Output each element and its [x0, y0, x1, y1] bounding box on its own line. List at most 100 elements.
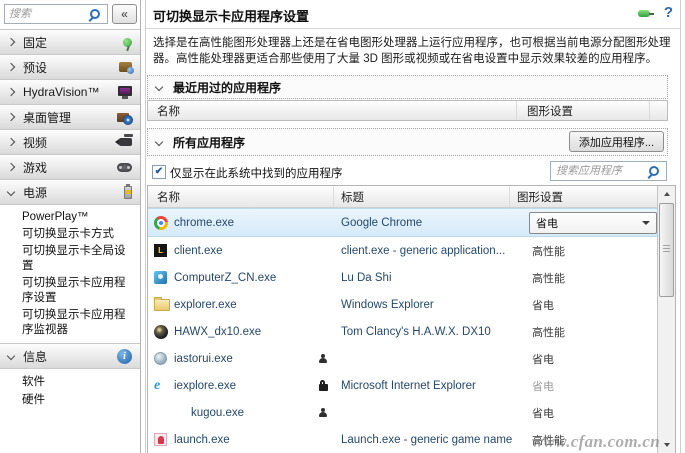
sidebar-item-switchable-global[interactable]: 可切换显示卡全局设置 — [22, 243, 134, 275]
table-row-client[interactable]: L client.exe client.exe - generic applic… — [148, 237, 658, 264]
graphics-setting-dropdown[interactable]: 省电 — [529, 212, 657, 234]
sidebar-item-label: HydraVision™ — [23, 85, 118, 99]
sidebar-item-desktop-management[interactable]: 桌面管理 — [0, 104, 140, 129]
sidebar-item-switchable-app-settings[interactable]: 可切换显示卡应用程序设置 — [22, 275, 134, 307]
app-title: client.exe - generic application... — [341, 245, 532, 257]
sidebar-item-label: 电源 — [23, 184, 124, 201]
chevron-right-icon — [7, 38, 15, 46]
graphics-setting-value: 省电 — [532, 351, 658, 367]
app-name: iastorui.exe — [174, 353, 319, 365]
column-header-graphics-setting[interactable]: 图形设置 — [516, 101, 649, 120]
filter-checkbox[interactable] — [152, 165, 166, 179]
sidebar-item-video[interactable]: 视频 — [0, 129, 140, 154]
scroll-up-button[interactable] — [659, 187, 674, 201]
table-scrollbar[interactable] — [657, 186, 675, 453]
column-header-blank — [649, 101, 667, 120]
sidebar-item-powerplay[interactable]: PowerPlay™ — [22, 209, 134, 226]
graphics-setting-value: 省电 — [532, 297, 658, 313]
sidebar-item-label: 固定 — [23, 34, 123, 51]
add-application-button[interactable]: 添加应用程序... — [569, 131, 664, 152]
recent-apps-section-header[interactable]: 最近用过的应用程序 — [147, 75, 668, 99]
sidebar-search-field[interactable] — [4, 4, 108, 24]
search-icon — [649, 166, 659, 176]
globe-icon — [154, 352, 167, 365]
column-header-title[interactable]: 标题 — [334, 186, 510, 207]
app-name: chrome.exe — [174, 217, 319, 229]
section-title: 所有应用程序 — [173, 134, 245, 151]
main-panel: 可切换显示卡应用程序设置 ? 选择是在高性能图形处理器上还是在省电图形处理器上运… — [145, 0, 681, 453]
all-apps-section-header[interactable]: 所有应用程序 添加应用程序... — [147, 128, 668, 156]
app-name: ComputerZ_CN.exe — [174, 272, 319, 284]
sidebar-item-gaming[interactable]: 游戏 — [0, 154, 140, 179]
sidebar-item-label: 信息 — [23, 348, 117, 365]
column-header-name[interactable]: 名称 — [148, 101, 516, 120]
lock-icon — [319, 384, 328, 391]
sidebar-item-hardware[interactable]: 硬件 — [22, 391, 134, 409]
graphics-setting-value: 高性能 — [532, 270, 658, 286]
all-apps-table: 名称 标题 图形设置 chrome.exe Google Chrome 省电 L… — [147, 185, 676, 453]
sidebar-item-switchable-app-monitor[interactable]: 可切换显示卡应用程序监视器 — [22, 307, 134, 339]
table-row-iexplore[interactable]: e iexplore.exe Microsoft Internet Explor… — [148, 372, 658, 399]
app-title: Lu Da Shi — [341, 272, 532, 284]
client-icon: L — [154, 244, 167, 257]
sidebar-search-bar: « — [0, 0, 140, 29]
chevron-right-icon — [7, 163, 15, 171]
chevron-right-icon — [7, 88, 15, 96]
triangle-up-icon — [664, 192, 670, 196]
hydravision-monitor-icon — [118, 86, 132, 96]
scrollbar-thumb[interactable] — [659, 203, 674, 297]
table-row-hawx[interactable]: HAWX_dx10.exe Tom Clancy's H.A.W.X. DX10… — [148, 318, 658, 345]
table-row-kugou[interactable]: kugou.exe 省电 — [148, 399, 658, 426]
recent-apps-table-header: 名称 图形设置 — [147, 100, 668, 121]
sidebar-collapse-button[interactable]: « — [112, 4, 137, 24]
table-row-computerz[interactable]: ComputerZ_CN.exe Lu Da Shi 高性能 — [148, 264, 658, 291]
chevron-right-icon — [7, 63, 15, 71]
sidebar-item-software[interactable]: 软件 — [22, 373, 134, 391]
pin-icon — [123, 38, 132, 47]
video-camera-icon — [119, 138, 132, 146]
watermark: www.cfan.com.cn — [532, 432, 660, 452]
folder-icon — [154, 299, 170, 311]
filter-checkbox-label: 仅显示在此系统中找到的应用程序 — [170, 165, 343, 181]
sidebar-item-label: 预设 — [23, 59, 119, 76]
chevron-down-icon — [7, 352, 15, 360]
sidebar-item-switchable-method[interactable]: 可切换显示卡方式 — [22, 226, 134, 243]
gamepad-icon — [117, 163, 132, 172]
chrome-icon — [154, 216, 168, 230]
search-icon — [90, 9, 100, 19]
help-icon[interactable]: ? — [664, 4, 673, 21]
app-name: explorer.exe — [174, 299, 319, 311]
all-apps-table-header: 名称 标题 图形设置 — [148, 186, 658, 208]
table-row-chrome[interactable]: chrome.exe Google Chrome 省电 — [148, 208, 658, 237]
sidebar-item-information[interactable]: 信息 i — [0, 343, 140, 369]
sidebar-item-power[interactable]: 电源 — [0, 179, 140, 205]
sidebar-item-pinned[interactable]: 固定 — [0, 29, 140, 54]
dropdown-value: 省电 — [536, 215, 558, 231]
sidebar-item-hydravision[interactable]: HydraVision™ — [0, 79, 140, 104]
column-header-graphics-setting[interactable]: 图形设置 — [510, 186, 658, 207]
user-badge-icon — [319, 408, 327, 418]
scroll-down-button[interactable] — [659, 438, 674, 452]
app-search-field[interactable] — [550, 161, 667, 181]
pin-page-icon[interactable] — [638, 10, 650, 17]
user-badge-icon — [319, 354, 327, 364]
sidebar-item-presets[interactable]: 预设 — [0, 54, 140, 79]
launch-icon — [154, 433, 167, 446]
information-submenu: 软件 硬件 — [0, 369, 140, 413]
presets-icon — [119, 62, 132, 72]
sidebar-item-label: 视频 — [23, 134, 119, 151]
column-header-name[interactable]: 名称 — [148, 186, 334, 207]
chevron-down-icon — [155, 83, 163, 91]
sidebar-search-input[interactable] — [5, 8, 90, 20]
graphics-setting-value: 高性能 — [532, 324, 658, 340]
sidebar-item-label: 游戏 — [23, 159, 117, 176]
graphics-setting-value: 省电 — [532, 378, 658, 394]
battery-icon — [124, 186, 132, 199]
triangle-down-icon — [664, 443, 670, 447]
page-description: 选择是在高性能图形处理器上还是在省电图形处理器上运行应用程序，也可根据当前电源分… — [153, 35, 680, 67]
app-name: kugou.exe — [174, 407, 319, 419]
table-row-explorer[interactable]: explorer.exe Windows Explorer 省电 — [148, 291, 658, 318]
page-title: 可切换显示卡应用程序设置 — [153, 6, 309, 25]
app-search-input[interactable] — [551, 165, 649, 177]
table-row-iastorui[interactable]: iastorui.exe 省电 — [148, 345, 658, 372]
